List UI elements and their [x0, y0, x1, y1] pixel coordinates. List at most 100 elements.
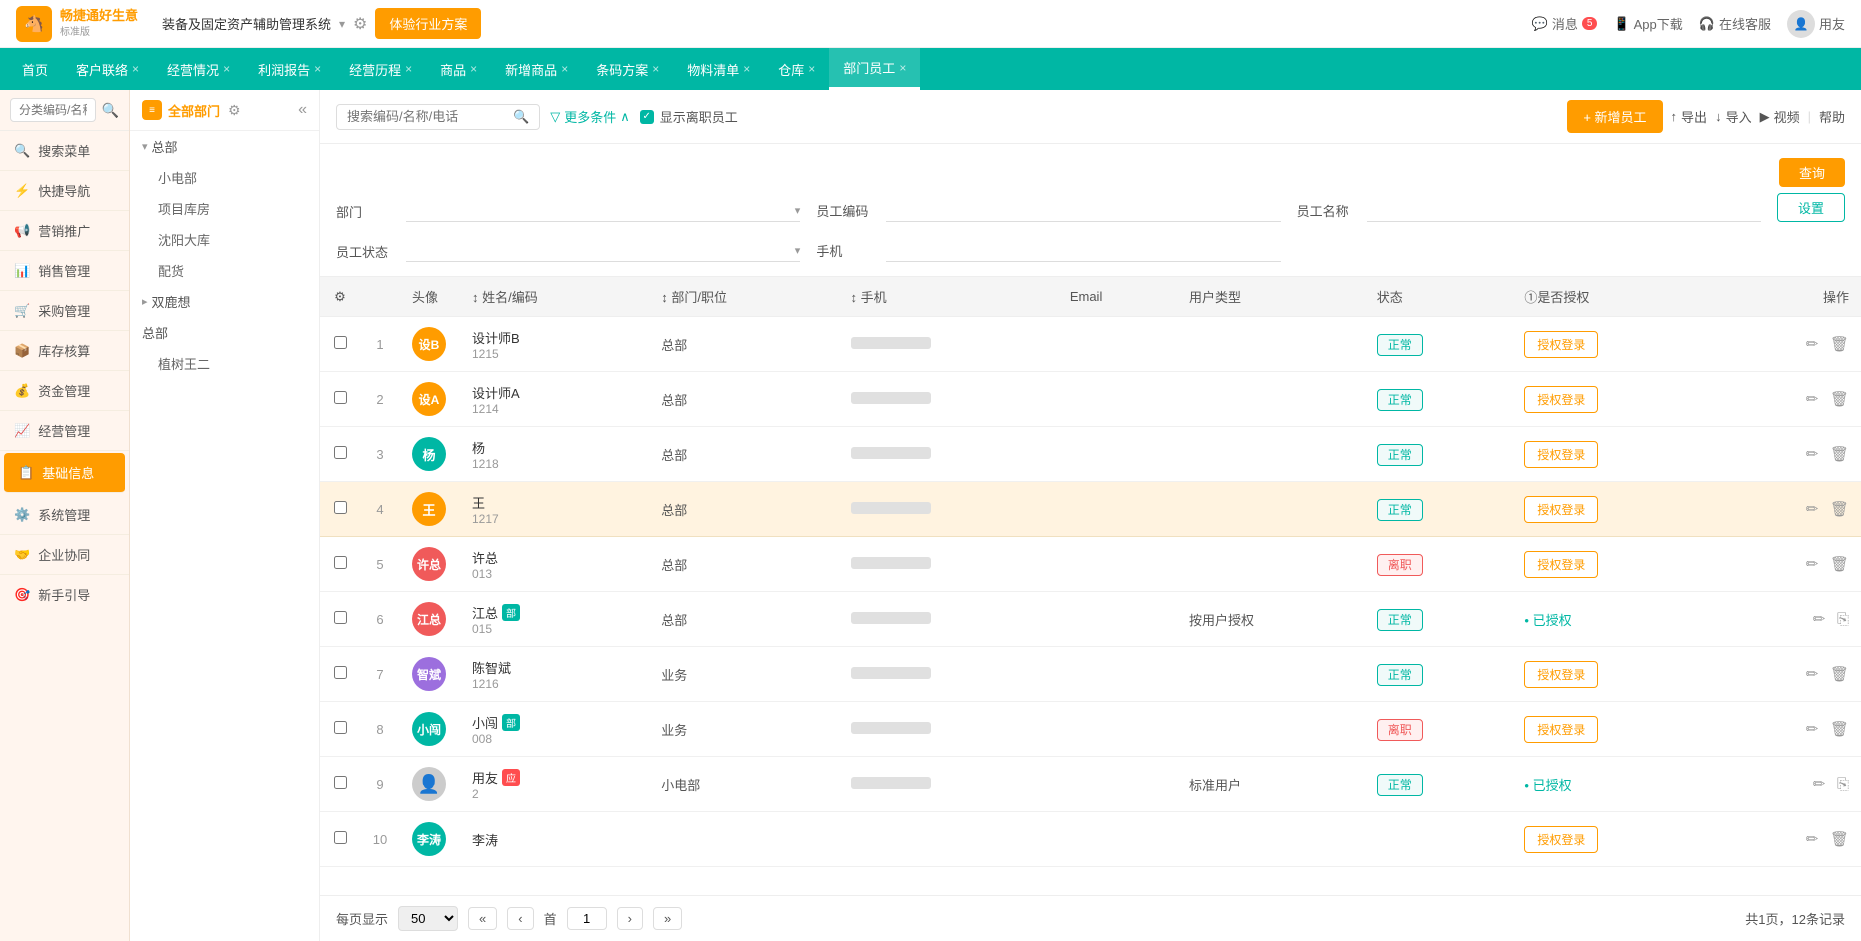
online-service-btn[interactable]: 🎧 在线客服: [1699, 14, 1771, 33]
more-btn[interactable]: 帮助: [1819, 107, 1845, 126]
edit-icon[interactable]: ✏: [1806, 721, 1819, 738]
add-employee-button[interactable]: + 新增员工: [1567, 100, 1662, 133]
edit-icon[interactable]: ✏: [1806, 391, 1819, 408]
auth-login-button[interactable]: 授权登录: [1524, 441, 1598, 468]
delete-icon[interactable]: 🗑: [1830, 666, 1849, 683]
export-btn[interactable]: ↑ 导出: [1671, 107, 1708, 126]
status-filter-select[interactable]: ▾: [406, 240, 800, 262]
sidebar-item-sales[interactable]: 📊 销售管理: [0, 251, 129, 291]
col-settings[interactable]: ⚙: [320, 277, 360, 317]
sidebar-item-finance[interactable]: 💰 资金管理: [0, 371, 129, 411]
edit-icon[interactable]: ✏: [1813, 611, 1826, 628]
auth-login-button[interactable]: 授权登录: [1524, 496, 1598, 523]
app-download-btn[interactable]: 📱 App下载: [1613, 14, 1682, 33]
tab-home[interactable]: 首页: [8, 48, 62, 90]
tab-barcode[interactable]: 条码方案 ×: [582, 48, 673, 90]
edit-icon[interactable]: ✏: [1806, 336, 1819, 353]
trial-button[interactable]: 体验行业方案: [375, 8, 481, 39]
sidebar-item-quicknav[interactable]: ⚡ 快捷导航: [0, 171, 129, 211]
delete-icon[interactable]: 🗑: [1830, 336, 1849, 353]
dept-item-zhishu[interactable]: 植树王二: [130, 348, 319, 379]
row-checkbox[interactable]: [320, 372, 360, 427]
delete-icon[interactable]: 🗑: [1830, 721, 1849, 738]
sidebar-item-inventory[interactable]: 📦 库存核算: [0, 331, 129, 371]
sidebar-item-guide[interactable]: 🎯 新手引导: [0, 575, 129, 614]
sidebar-item-search[interactable]: 🔍 搜索菜单: [0, 131, 129, 171]
tab-warehouse[interactable]: 仓库 ×: [764, 48, 829, 90]
dept-item-distribution[interactable]: 配货: [130, 255, 319, 286]
edit-icon[interactable]: ✏: [1806, 666, 1819, 683]
sidebar-item-collab[interactable]: 🤝 企业协同: [0, 535, 129, 575]
first-page-button[interactable]: «: [468, 907, 497, 930]
delete-icon[interactable]: 🗑: [1830, 556, 1849, 573]
reset-button[interactable]: 设置: [1777, 193, 1845, 222]
phone-filter-input[interactable]: [886, 238, 1280, 262]
row-checkbox[interactable]: [320, 592, 360, 647]
copy-icon[interactable]: ⎘: [1837, 611, 1849, 628]
auth-login-button[interactable]: 授权登录: [1524, 716, 1598, 743]
dept-item-small-elec[interactable]: 小电部: [130, 162, 319, 193]
delete-icon[interactable]: 🗑: [1830, 391, 1849, 408]
more-filter-btn[interactable]: ▽ 更多条件 ∧: [550, 107, 630, 126]
row-checkbox[interactable]: [320, 702, 360, 757]
next-page-button[interactable]: ›: [617, 907, 643, 930]
delete-icon[interactable]: 🗑: [1830, 446, 1849, 463]
sidebar-item-basic-info[interactable]: 📋 基础信息: [4, 453, 125, 493]
search-input[interactable]: [347, 109, 507, 124]
tab-history[interactable]: 经营历程 ×: [335, 48, 426, 90]
name-filter-input[interactable]: [1367, 198, 1761, 222]
sidebar-item-marketing[interactable]: 📢 营销推广: [0, 211, 129, 251]
view-btn[interactable]: ▶ 视频: [1760, 107, 1800, 126]
user-avatar[interactable]: 👤 用友: [1787, 10, 1845, 38]
col-dept[interactable]: ↕ 部门/职位: [649, 277, 838, 317]
copy-icon[interactable]: ⎘: [1837, 776, 1849, 793]
dept-item-shuanglu[interactable]: ▸双鹿想: [130, 286, 319, 317]
sidebar-item-operations[interactable]: 📈 经营管理: [0, 411, 129, 451]
row-checkbox[interactable]: [320, 482, 360, 537]
sidebar-item-purchase[interactable]: 🛒 采购管理: [0, 291, 129, 331]
tab-add-goods[interactable]: 新增商品 ×: [491, 48, 582, 90]
messages-btn[interactable]: 💬 消息 5: [1532, 14, 1598, 33]
auth-login-button[interactable]: 授权登录: [1524, 551, 1598, 578]
last-page-button[interactable]: »: [653, 907, 682, 930]
edit-icon[interactable]: ✏: [1806, 446, 1819, 463]
dept-settings-icon[interactable]: ⚙: [228, 102, 241, 119]
dept-item-project-store[interactable]: 项目库房: [130, 193, 319, 224]
col-phone[interactable]: ↕ 手机: [839, 277, 1058, 317]
collapse-icon[interactable]: «: [298, 101, 307, 119]
edit-icon[interactable]: ✏: [1813, 776, 1826, 793]
system-title-dropdown[interactable]: ▾: [339, 17, 345, 31]
tab-profit[interactable]: 利润报告 ×: [244, 48, 335, 90]
all-dept-label[interactable]: 全部部门: [168, 101, 220, 120]
prev-page-button[interactable]: ‹: [507, 907, 533, 930]
row-checkbox[interactable]: [320, 317, 360, 372]
settings-icon[interactable]: ⚙: [353, 14, 367, 34]
row-checkbox[interactable]: [320, 812, 360, 867]
page-number-input[interactable]: [567, 907, 607, 930]
edit-icon[interactable]: ✏: [1806, 556, 1819, 573]
show-archived-toggle[interactable]: ✓ 显示离职员工: [640, 107, 738, 126]
edit-icon[interactable]: ✏: [1806, 501, 1819, 518]
row-checkbox[interactable]: [320, 427, 360, 482]
row-checkbox[interactable]: [320, 757, 360, 812]
sidebar-search-input[interactable]: [10, 98, 96, 122]
query-button[interactable]: 查询: [1779, 158, 1845, 187]
tab-employees[interactable]: 部门员工 ×: [829, 48, 920, 90]
delete-icon[interactable]: 🗑: [1830, 831, 1849, 848]
tab-operations[interactable]: 经营情况 ×: [153, 48, 244, 90]
auth-login-button[interactable]: 授权登录: [1524, 661, 1598, 688]
auth-login-button[interactable]: 授权登录: [1524, 331, 1598, 358]
tab-goods[interactable]: 商品 ×: [426, 48, 491, 90]
auth-login-button[interactable]: 授权登录: [1524, 386, 1598, 413]
code-filter-input[interactable]: [886, 198, 1280, 222]
row-checkbox[interactable]: [320, 647, 360, 702]
delete-icon[interactable]: 🗑: [1830, 501, 1849, 518]
sidebar-item-system[interactable]: ⚙️ 系统管理: [0, 495, 129, 535]
dept-filter-select[interactable]: ▾: [406, 200, 800, 222]
dept-item-shenyang[interactable]: 沈阳大库: [130, 224, 319, 255]
tab-customers[interactable]: 客户联络 ×: [62, 48, 153, 90]
dept-item-hq[interactable]: 总部: [130, 317, 319, 348]
row-checkbox[interactable]: [320, 537, 360, 592]
tab-bom[interactable]: 物料清单 ×: [673, 48, 764, 90]
import-btn[interactable]: ↓ 导入: [1715, 107, 1752, 126]
